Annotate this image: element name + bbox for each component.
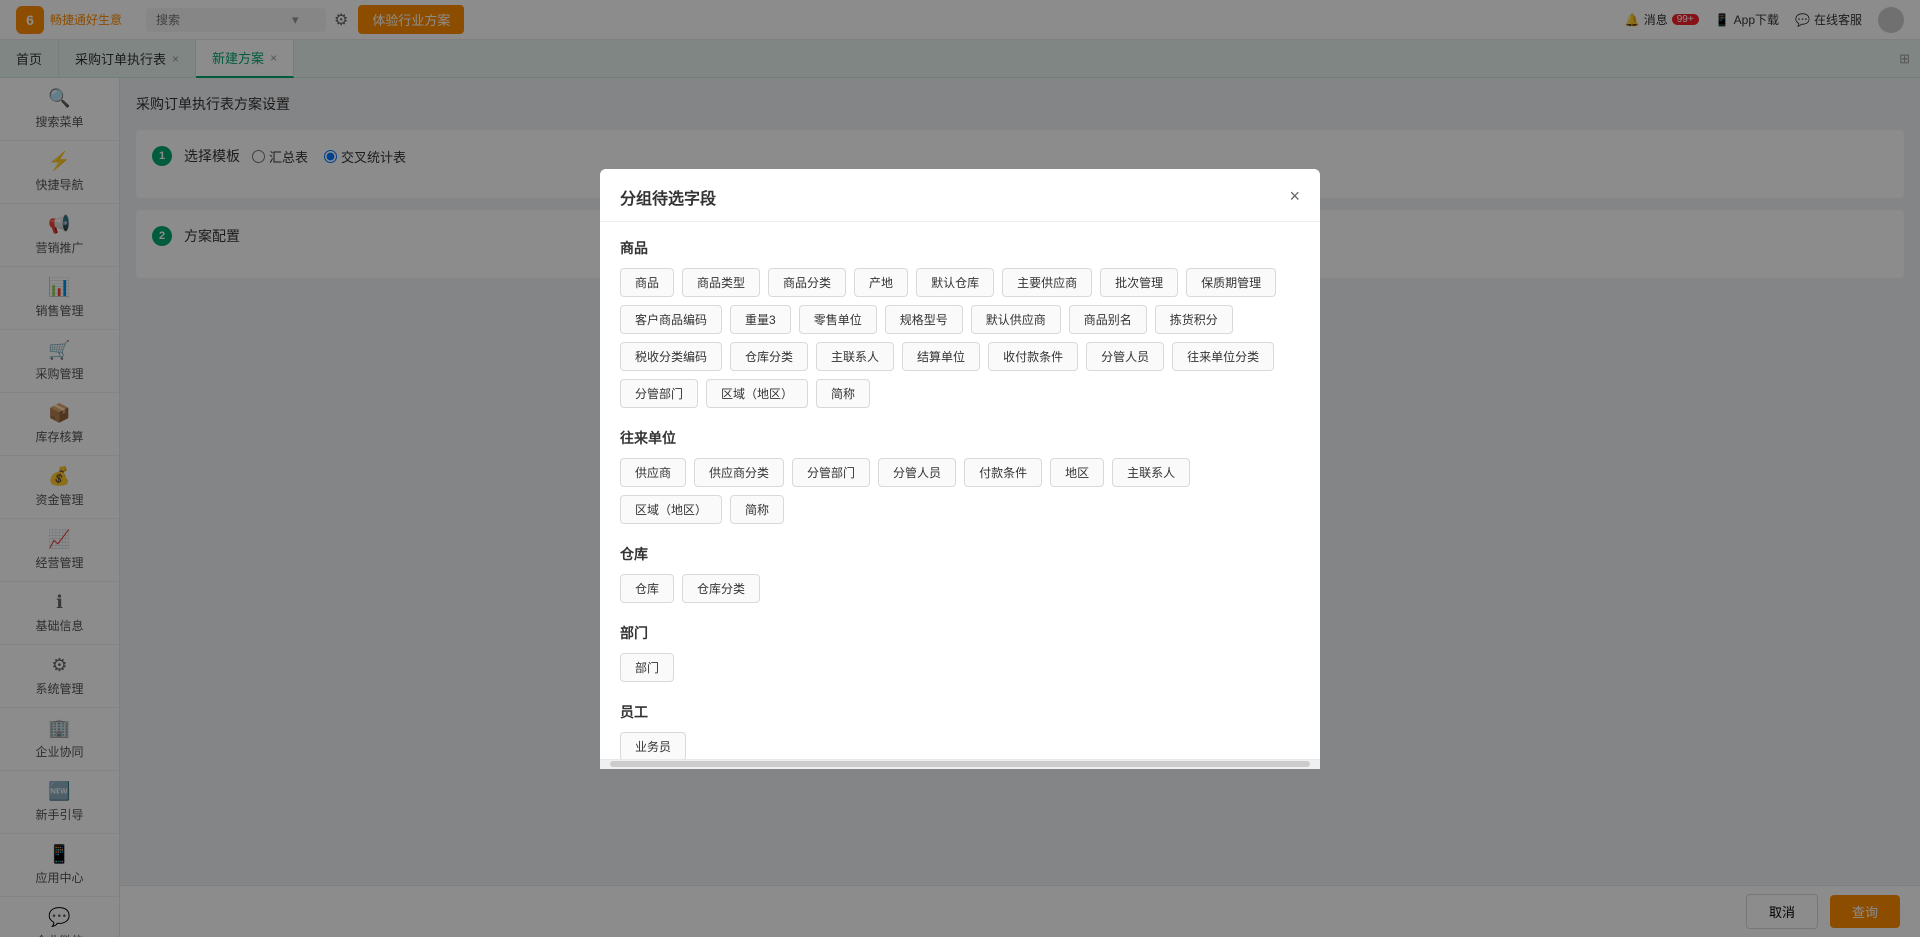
- field-tag[interactable]: 客户商品编码: [620, 305, 722, 334]
- field-tag[interactable]: 批次管理: [1100, 268, 1178, 297]
- field-tag[interactable]: 主要供应商: [1002, 268, 1092, 297]
- field-tag[interactable]: 商品类型: [682, 268, 760, 297]
- field-tag[interactable]: 业务员: [620, 732, 686, 759]
- field-tag[interactable]: 分管人员: [1086, 342, 1164, 371]
- field-group-employee: 员工业务员: [620, 702, 1300, 759]
- field-group-title-department: 部门: [620, 623, 1300, 643]
- field-tag[interactable]: 主联系人: [1112, 458, 1190, 487]
- field-tag[interactable]: 区域（地区）: [706, 379, 808, 408]
- field-tag[interactable]: 商品分类: [768, 268, 846, 297]
- field-tag[interactable]: 简称: [816, 379, 870, 408]
- field-group-department: 部门部门: [620, 623, 1300, 682]
- field-tag[interactable]: 简称: [730, 495, 784, 524]
- field-tags-warehouse: 仓库仓库分类: [620, 574, 1300, 603]
- field-tag[interactable]: 地区: [1050, 458, 1104, 487]
- field-tag[interactable]: 重量3: [730, 305, 791, 334]
- field-tag[interactable]: 产地: [854, 268, 908, 297]
- modal-close-btn[interactable]: ×: [1289, 186, 1300, 207]
- modal-header: 分组待选字段 ×: [600, 169, 1320, 222]
- field-tag[interactable]: 分管人员: [878, 458, 956, 487]
- field-tag[interactable]: 默认供应商: [971, 305, 1061, 334]
- field-group-partners: 往来单位供应商供应商分类分管部门分管人员付款条件地区主联系人区域（地区） 简称: [620, 428, 1300, 524]
- field-group-title-goods: 商品: [620, 238, 1300, 258]
- field-tags-goods: 商品商品类型商品分类产地默认仓库主要供应商批次管理保质期管理客户商品编码重量3 零…: [620, 268, 1300, 408]
- field-tag[interactable]: 仓库分类: [730, 342, 808, 371]
- modal-hscroll[interactable]: [600, 759, 1320, 769]
- field-tag[interactable]: 规格型号: [885, 305, 963, 334]
- modal: 分组待选字段 × 商品商品商品类型商品分类产地默认仓库主要供应商批次管理保质期管…: [600, 169, 1320, 769]
- modal-title: 分组待选字段: [620, 185, 716, 209]
- modal-body: 商品商品商品类型商品分类产地默认仓库主要供应商批次管理保质期管理客户商品编码重量…: [600, 222, 1320, 759]
- field-tag[interactable]: 商品别名: [1069, 305, 1147, 334]
- field-tags-department: 部门: [620, 653, 1300, 682]
- field-tags-partners: 供应商供应商分类分管部门分管人员付款条件地区主联系人区域（地区） 简称: [620, 458, 1300, 524]
- field-tag[interactable]: 分管部门: [620, 379, 698, 408]
- field-group-title-warehouse: 仓库: [620, 544, 1300, 564]
- field-tag[interactable]: 主联系人: [816, 342, 894, 371]
- field-tag[interactable]: 零售单位: [799, 305, 877, 334]
- field-tag[interactable]: 仓库: [620, 574, 674, 603]
- field-tag[interactable]: 商品: [620, 268, 674, 297]
- field-tag[interactable]: 供应商分类: [694, 458, 784, 487]
- field-tag[interactable]: 分管部门: [792, 458, 870, 487]
- field-group-title-partners: 往来单位: [620, 428, 1300, 448]
- field-tag[interactable]: 拣货积分: [1155, 305, 1233, 334]
- field-group-goods: 商品商品商品类型商品分类产地默认仓库主要供应商批次管理保质期管理客户商品编码重量…: [620, 238, 1300, 408]
- field-tags-employee: 业务员: [620, 732, 1300, 759]
- field-tag[interactable]: 往来单位分类: [1172, 342, 1274, 371]
- field-tag[interactable]: 区域（地区）: [620, 495, 722, 524]
- field-tag[interactable]: 付款条件: [964, 458, 1042, 487]
- field-tag[interactable]: 结算单位: [902, 342, 980, 371]
- modal-overlay: 分组待选字段 × 商品商品商品类型商品分类产地默认仓库主要供应商批次管理保质期管…: [0, 0, 1920, 937]
- field-group-title-employee: 员工: [620, 702, 1300, 722]
- field-tag[interactable]: 部门: [620, 653, 674, 682]
- hscroll-thumb: [610, 761, 1310, 767]
- field-tag[interactable]: 默认仓库: [916, 268, 994, 297]
- field-tag[interactable]: 仓库分类: [682, 574, 760, 603]
- field-tag[interactable]: 收付款条件: [988, 342, 1078, 371]
- field-group-warehouse: 仓库仓库仓库分类: [620, 544, 1300, 603]
- field-tag[interactable]: 供应商: [620, 458, 686, 487]
- field-tag[interactable]: 保质期管理: [1186, 268, 1276, 297]
- field-tag[interactable]: 税收分类编码: [620, 342, 722, 371]
